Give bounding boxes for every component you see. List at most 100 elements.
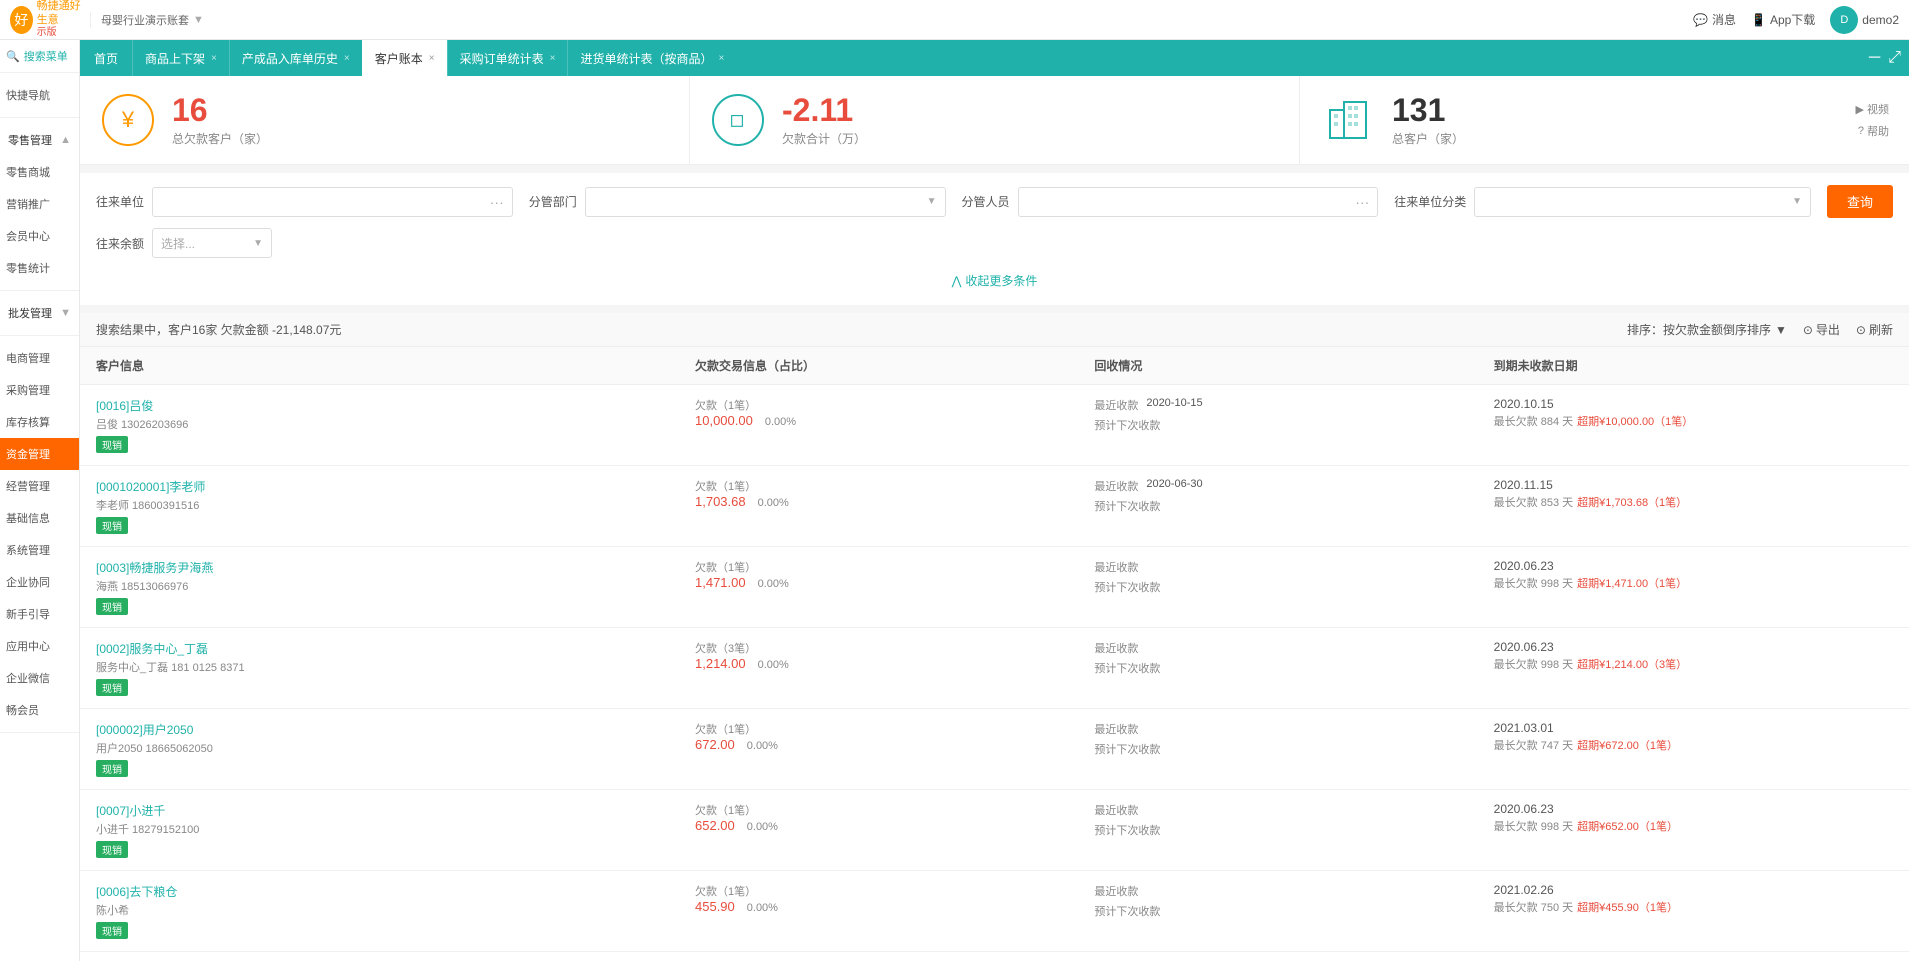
customer-phone-5: 小进千 18279152100 <box>96 821 695 837</box>
balance-select[interactable]: 选择... ▼ <box>152 228 272 258</box>
sidebar-item-finance[interactable]: 资金管理 <box>0 438 79 470</box>
sidebar: 🔍 搜索菜单 快捷导航 零售管理 ▲ 零售商城 营销推广 <box>0 40 80 961</box>
tag-badge-2: 现销 <box>96 598 128 615</box>
tag-badge-0: 现销 <box>96 436 128 453</box>
customer-name-2[interactable]: [0003]畅捷服务尹海燕 <box>96 559 695 576</box>
stat-card-total-debt: ◇ -2.11 欠款合计（万） <box>690 76 1300 164</box>
refresh-btn[interactable]: ⊙ 刷新 <box>1856 321 1893 338</box>
logo-icon: 好 <box>10 6 33 34</box>
tab-product-history[interactable]: 产成品入库单历史 × <box>229 40 362 76</box>
table-row: [000001]黄思源 黄思源 13552700226 现销 欠款（1笔） 42… <box>80 952 1909 961</box>
sidebar-section-retail: 零售管理 ▲ 零售商城 营销推广 会员中心 零售统计 <box>0 118 79 291</box>
customer-name-0[interactable]: [0016]吕俊 <box>96 397 695 414</box>
logo-area: 好 畅捷通好生意 示版 <box>10 0 90 38</box>
tab-purchase-order[interactable]: 采购订单统计表 × <box>447 40 568 76</box>
sidebar-section-quick: 快捷导航 <box>0 73 79 118</box>
overdue-link-6[interactable]: 超期¥455.90（1笔） <box>1577 899 1678 915</box>
sidebar-item-quick-nav[interactable]: 快捷导航 <box>0 79 79 111</box>
sidebar-item-retail-mall[interactable]: 零售商城 <box>0 156 79 188</box>
tab-close-product-history[interactable]: × <box>344 53 350 64</box>
customer-phone-6: 陈小希 <box>96 902 695 918</box>
overdue-link-0[interactable]: 超期¥10,000.00（1笔） <box>1577 413 1693 429</box>
overdue-link-5[interactable]: 超期¥652.00（1笔） <box>1577 818 1678 834</box>
tag-badge-5: 现销 <box>96 841 128 858</box>
tab-close-product-off[interactable]: × <box>211 53 217 64</box>
header-collection: 回收情况 <box>1094 357 1493 374</box>
tab-customer-account[interactable]: 客户账本 × <box>362 40 447 76</box>
stat-card-total-customers: 131 总客户（家） ▶ 视频 ? 帮助 <box>1300 76 1909 164</box>
tag-badge-4: 现销 <box>96 760 128 777</box>
sidebar-item-new-guide[interactable]: 新手引导 <box>0 598 79 630</box>
sidebar-item-retail-mgmt[interactable]: 零售管理 ▲ <box>0 124 79 156</box>
stat-value-total-customers: 131 <box>1392 94 1464 126</box>
export-btn[interactable]: ⊙ 导出 <box>1803 321 1840 338</box>
tab-close-purchase-order[interactable]: × <box>550 53 556 64</box>
sidebar-item-batch-mgmt[interactable]: 批发管理 ▼ <box>0 297 79 329</box>
top-right: 💬 消息 📱 App下载 D demo2 <box>1693 6 1899 34</box>
sidebar-item-marketing[interactable]: 营销推广 <box>0 188 79 220</box>
tab-product-off[interactable]: 商品上下架 × <box>132 40 229 76</box>
tab-minimize-btn[interactable]: ─ <box>1869 49 1880 67</box>
stat-card-overdue-customers: ¥ 16 总欠款客户（家） <box>80 76 690 164</box>
help-btn[interactable]: ? 帮助 <box>1858 123 1889 139</box>
overdue-link-1[interactable]: 超期¥1,703.68（1笔） <box>1577 494 1687 510</box>
tab-maximize-btn[interactable]: ⤢ <box>1888 49 1901 67</box>
sidebar-item-operation[interactable]: 经营管理 <box>0 470 79 502</box>
overdue-link-3[interactable]: 超期¥1,214.00（3笔） <box>1577 656 1687 672</box>
breadcrumb: 母婴行业演示账套 ▼ <box>90 12 1693 28</box>
table-row: [0003]畅捷服务尹海燕 海燕 18513066976 现销 欠款（1笔） 1… <box>80 547 1909 628</box>
query-button[interactable]: 查询 <box>1827 185 1893 218</box>
stat-label-total-customers: 总客户（家） <box>1392 130 1464 147</box>
filter-category: 往来单位分类 ▼ <box>1394 187 1811 217</box>
app-download-btn[interactable]: 📱 App下载 <box>1751 11 1815 28</box>
supplier-input[interactable]: ··· <box>152 187 513 217</box>
search-menu[interactable]: 🔍 搜索菜单 <box>0 40 79 73</box>
sidebar-item-retail-stats[interactable]: 零售统计 <box>0 252 79 284</box>
category-select[interactable]: ▼ <box>1474 187 1811 217</box>
sidebar-item-app-center[interactable]: 应用中心 <box>0 630 79 662</box>
sidebar-item-sys-mgmt[interactable]: 系统管理 <box>0 534 79 566</box>
customer-name-5[interactable]: [0007]小进千 <box>96 802 695 819</box>
overdue-link-4[interactable]: 超期¥672.00（1笔） <box>1577 737 1678 753</box>
tab-home[interactable]: 首页 <box>80 40 132 76</box>
sidebar-item-corp-wechat[interactable]: 企业微信 <box>0 662 79 694</box>
sort-selector[interactable]: 排序：按欠款金额倒序排序 ▼ <box>1627 321 1787 338</box>
amount-4: 672.00 <box>695 737 735 752</box>
result-summary: 搜索结果中，客户16家 欠款金额 -21,148.07元 <box>96 321 341 338</box>
dept-select-arrow: ▼ <box>927 196 937 207</box>
overdue-link-2[interactable]: 超期¥1,471.00（1笔） <box>1577 575 1687 591</box>
tag-badge-3: 现销 <box>96 679 128 696</box>
sidebar-item-member[interactable]: 会员中心 <box>0 220 79 252</box>
dept-select[interactable]: ▼ <box>585 187 946 217</box>
table-row: [0002]服务中心_丁磊 服务中心_丁磊 181 0125 8371 现销 欠… <box>80 628 1909 709</box>
sidebar-item-corp-collab[interactable]: 企业协同 <box>0 566 79 598</box>
customer-phone-2: 海燕 18513066976 <box>96 578 695 594</box>
page-content: ¥ 16 总欠款客户（家） ◇ -2.11 欠款合计（万） <box>80 76 1909 961</box>
category-select-arrow: ▼ <box>1792 196 1802 207</box>
tab-close-purchase-stats[interactable]: × <box>718 53 724 64</box>
video-btn[interactable]: ▶ 视频 <box>1856 101 1889 117</box>
person-input[interactable]: ··· <box>1018 187 1379 217</box>
sidebar-item-inventory[interactable]: 库存核算 <box>0 406 79 438</box>
customer-name-4[interactable]: [000002]用户2050 <box>96 721 695 738</box>
sidebar-item-ecommerce[interactable]: 电商管理 <box>0 342 79 374</box>
header-debt-info: 欠款交易信息（占比） <box>695 357 1094 374</box>
customer-name-6[interactable]: [0006]去下粮仓 <box>96 883 695 900</box>
tab-purchase-stats[interactable]: 进货单统计表（按商品） × <box>567 40 736 76</box>
customer-name-1[interactable]: [0001020001]李老师 <box>96 478 695 495</box>
tab-close-customer-account[interactable]: × <box>429 53 435 64</box>
customer-phone-3: 服务中心_丁磊 181 0125 8371 <box>96 659 695 675</box>
sidebar-item-basic-info[interactable]: 基础信息 <box>0 502 79 534</box>
user-menu[interactable]: D demo2 <box>1830 6 1899 34</box>
amount-1: 1,703.68 <box>695 494 746 509</box>
collapse-btn[interactable]: ⋀ 收起更多条件 <box>96 268 1893 293</box>
header-customer-info: 客户信息 <box>96 357 695 374</box>
tab-bar-right: ─ ⤢ <box>1869 49 1909 67</box>
sidebar-item-purchase[interactable]: 采购管理 <box>0 374 79 406</box>
stat-value-overdue-customers: 16 <box>172 94 268 126</box>
customer-name-3[interactable]: [0002]服务中心_丁磊 <box>96 640 695 657</box>
message-btn[interactable]: 💬 消息 <box>1693 11 1736 28</box>
sidebar-item-vip-member[interactable]: 畅会员 <box>0 694 79 726</box>
avatar: D <box>1830 6 1858 34</box>
data-table: 客户信息 欠款交易信息（占比） 回收情况 到期未收款日期 [0016]吕俊 吕俊… <box>80 347 1909 961</box>
